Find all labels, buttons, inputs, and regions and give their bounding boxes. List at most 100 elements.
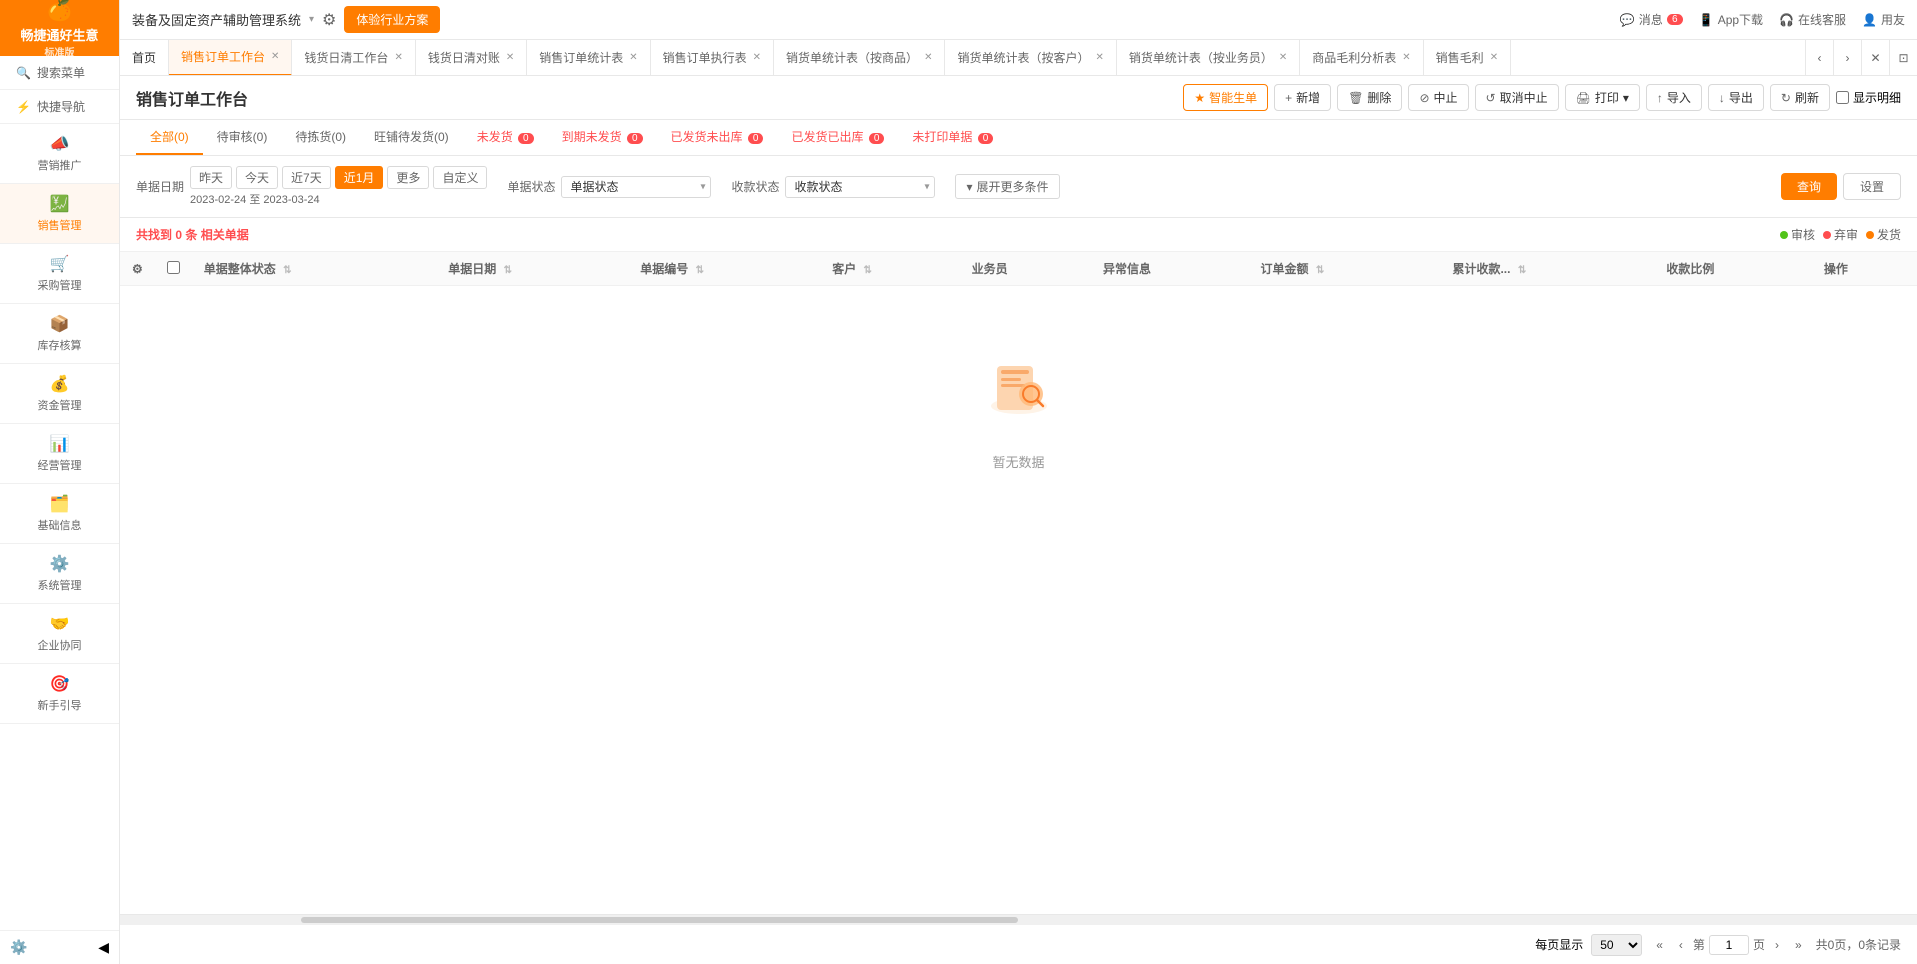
date-custom-button[interactable]: 自定义	[433, 166, 487, 189]
export-button[interactable]: ↓ 导出	[1708, 84, 1764, 111]
date-today-button[interactable]: 今天	[236, 166, 278, 189]
expand-filter-button[interactable]: ▾ 展开更多条件	[955, 174, 1059, 199]
col-settings[interactable]: ⚙	[120, 252, 155, 286]
tab-summary-customer-close[interactable]: ✕	[1095, 52, 1103, 63]
sidebar-item-basic[interactable]: 🗂️ 基础信息	[0, 484, 119, 544]
cancel-audit-action-button[interactable]: 弃审	[1823, 226, 1858, 243]
tab-maximize-button[interactable]: ⊡	[1889, 40, 1917, 76]
sidebar-item-sales[interactable]: 💹 销售管理	[0, 184, 119, 244]
tab-cash-reconcile-close[interactable]: ✕	[506, 52, 514, 63]
print-button[interactable]: 🖨 打印 ▾	[1565, 84, 1640, 111]
subtab-not-printed[interactable]: 未打印单据 0	[898, 120, 1007, 155]
industry-solution-button[interactable]: 体验行业方案	[344, 6, 440, 33]
col-customer-sort-icon[interactable]: ⇅	[864, 265, 872, 276]
tab-sales-profit-close[interactable]: ✕	[1490, 52, 1498, 63]
subtab-not-shipped[interactable]: 未发货 0	[463, 120, 548, 155]
subtab-overdue[interactable]: 到期未发货 0	[548, 120, 657, 155]
smart-create-button[interactable]: ★ 智能生单	[1183, 84, 1268, 111]
tab-sales-stats-close[interactable]: ✕	[629, 52, 637, 63]
first-page-button[interactable]: «	[1650, 936, 1669, 954]
sidebar-item-system[interactable]: ⚙️ 系统管理	[0, 544, 119, 604]
tab-cash-daily-close[interactable]: ✕	[394, 52, 402, 63]
page-input[interactable]	[1709, 935, 1749, 955]
ship-action-button[interactable]: 发货	[1866, 226, 1901, 243]
collapse-icon[interactable]: ◀	[98, 939, 109, 956]
prev-page-button[interactable]: ‹	[1673, 936, 1689, 954]
sidebar-item-search[interactable]: 🔍 搜索菜单	[0, 56, 119, 90]
tab-home[interactable]: 首页	[120, 40, 169, 76]
tab-scroll-right-button[interactable]: ›	[1833, 40, 1861, 76]
tab-summary-staff-label: 销货单统计表（按业务员）	[1129, 49, 1273, 66]
tab-gross-margin[interactable]: 商品毛利分析表 ✕	[1300, 40, 1423, 76]
sidebar-item-operations[interactable]: 📊 经营管理	[0, 424, 119, 484]
scrollbar-thumb[interactable]	[301, 917, 1018, 923]
tab-summary-staff-close[interactable]: ✕	[1279, 52, 1287, 63]
tab-summary-staff[interactable]: 销货单统计表（按业务员） ✕	[1117, 40, 1300, 76]
subtab-wangpu[interactable]: 旺铺待发货(0)	[360, 120, 463, 155]
tab-summary-product-close[interactable]: ✕	[924, 52, 932, 63]
tab-sales-exec-close[interactable]: ✕	[753, 52, 761, 63]
message-button[interactable]: 💬 消息 6	[1620, 11, 1683, 28]
sidebar-item-purchase[interactable]: 🛒 采购管理	[0, 244, 119, 304]
sidebar-item-quick-nav[interactable]: ⚡ 快捷导航	[0, 90, 119, 124]
horizontal-scrollbar[interactable]	[120, 914, 1917, 924]
col-status-sort-icon[interactable]: ⇅	[283, 265, 291, 276]
app-download-button[interactable]: 📱 App下载	[1699, 11, 1763, 28]
add-button[interactable]: + 新增	[1274, 84, 1331, 111]
sidebar-item-inventory[interactable]: 📦 库存核算	[0, 304, 119, 364]
sidebar-item-marketing[interactable]: 📣 营销推广	[0, 124, 119, 184]
sidebar-item-cooperation[interactable]: 🤝 企业协同	[0, 604, 119, 664]
import-button[interactable]: ↑ 导入	[1646, 84, 1702, 111]
tab-sales-workbench[interactable]: 销售订单工作台 ✕	[169, 40, 292, 76]
last-page-button[interactable]: »	[1789, 936, 1808, 954]
subtab-shipped-not-out[interactable]: 已发货未出库 0	[657, 120, 778, 155]
tab-scroll-left-button[interactable]: ‹	[1805, 40, 1833, 76]
date-7days-button[interactable]: 近7天	[282, 166, 331, 189]
show-detail-toggle[interactable]: 显示明细	[1836, 89, 1901, 106]
subtab-pending-review[interactable]: 待审核(0)	[203, 120, 282, 155]
subtab-pending-inspect[interactable]: 待拣货(0)	[281, 120, 360, 155]
cancel-suspend-button[interactable]: ↺ 取消中止	[1475, 84, 1559, 111]
col-date-sort-icon[interactable]: ⇅	[504, 265, 512, 276]
select-all-checkbox[interactable]	[167, 261, 180, 274]
topbar-settings-icon[interactable]: ⚙	[322, 10, 336, 30]
col-checkbox[interactable]	[155, 252, 192, 286]
dropdown-arrow-icon[interactable]: ▾	[309, 14, 314, 25]
subtab-all[interactable]: 全部(0)	[136, 120, 203, 155]
date-1month-button[interactable]: 近1月	[335, 166, 384, 189]
tab-summary-product[interactable]: 销货单统计表（按商品） ✕	[774, 40, 945, 76]
col-number-sort-icon[interactable]: ⇅	[696, 265, 704, 276]
tab-sales-stats[interactable]: 销售订单统计表 ✕	[527, 40, 650, 76]
refresh-button[interactable]: ↻ 刷新	[1770, 84, 1830, 111]
show-detail-checkbox[interactable]	[1836, 91, 1849, 104]
table-scroll-area[interactable]: ⚙ 单据整体状态 ⇅ 单据日期 ⇅ 单据编号	[120, 252, 1917, 914]
date-yesterday-button[interactable]: 昨天	[190, 166, 232, 189]
tab-sales-profit[interactable]: 销售毛利 ✕	[1424, 40, 1511, 76]
tab-sales-exec[interactable]: 销售订单执行表 ✕	[651, 40, 774, 76]
delete-button[interactable]: 🗑 删除	[1337, 84, 1402, 111]
sidebar-item-guide[interactable]: 🎯 新手引导	[0, 664, 119, 724]
audit-action-button[interactable]: 审核	[1780, 226, 1815, 243]
page-size-select[interactable]: 50 10 20 100	[1591, 934, 1642, 956]
payment-select[interactable]: 收款状态	[785, 176, 935, 198]
sidebar-item-finance[interactable]: 💰 资金管理	[0, 364, 119, 424]
filter-settings-button[interactable]: 设置	[1843, 173, 1901, 200]
suspend-button[interactable]: ⊘ 中止	[1408, 84, 1468, 111]
tab-close-all-button[interactable]: ✕	[1861, 40, 1889, 76]
tab-gross-margin-close[interactable]: ✕	[1402, 52, 1410, 63]
col-amount-sort-icon[interactable]: ⇅	[1316, 265, 1324, 276]
app-logo[interactable]: 🍊 畅捷通好生意 标准版	[0, 0, 119, 56]
user-button[interactable]: 👤 用友	[1862, 11, 1905, 28]
subtab-shipped-out[interactable]: 已发货已出库 0	[777, 120, 898, 155]
date-more-button[interactable]: 更多	[387, 166, 429, 189]
query-button[interactable]: 查询	[1781, 173, 1837, 200]
col-collected-sort-icon[interactable]: ⇅	[1518, 265, 1526, 276]
next-page-button[interactable]: ›	[1769, 936, 1785, 954]
status-select[interactable]: 单据状态	[561, 176, 711, 198]
tab-sales-workbench-close[interactable]: ✕	[271, 51, 279, 62]
tab-summary-customer[interactable]: 销货单统计表（按客户） ✕	[945, 40, 1116, 76]
tab-cash-daily[interactable]: 钱货日清工作台 ✕	[292, 40, 415, 76]
settings-bottom-icon[interactable]: ⚙️	[10, 939, 27, 956]
tab-cash-reconcile[interactable]: 钱货日清对账 ✕	[416, 40, 527, 76]
online-service-button[interactable]: 🎧 在线客服	[1779, 11, 1846, 28]
